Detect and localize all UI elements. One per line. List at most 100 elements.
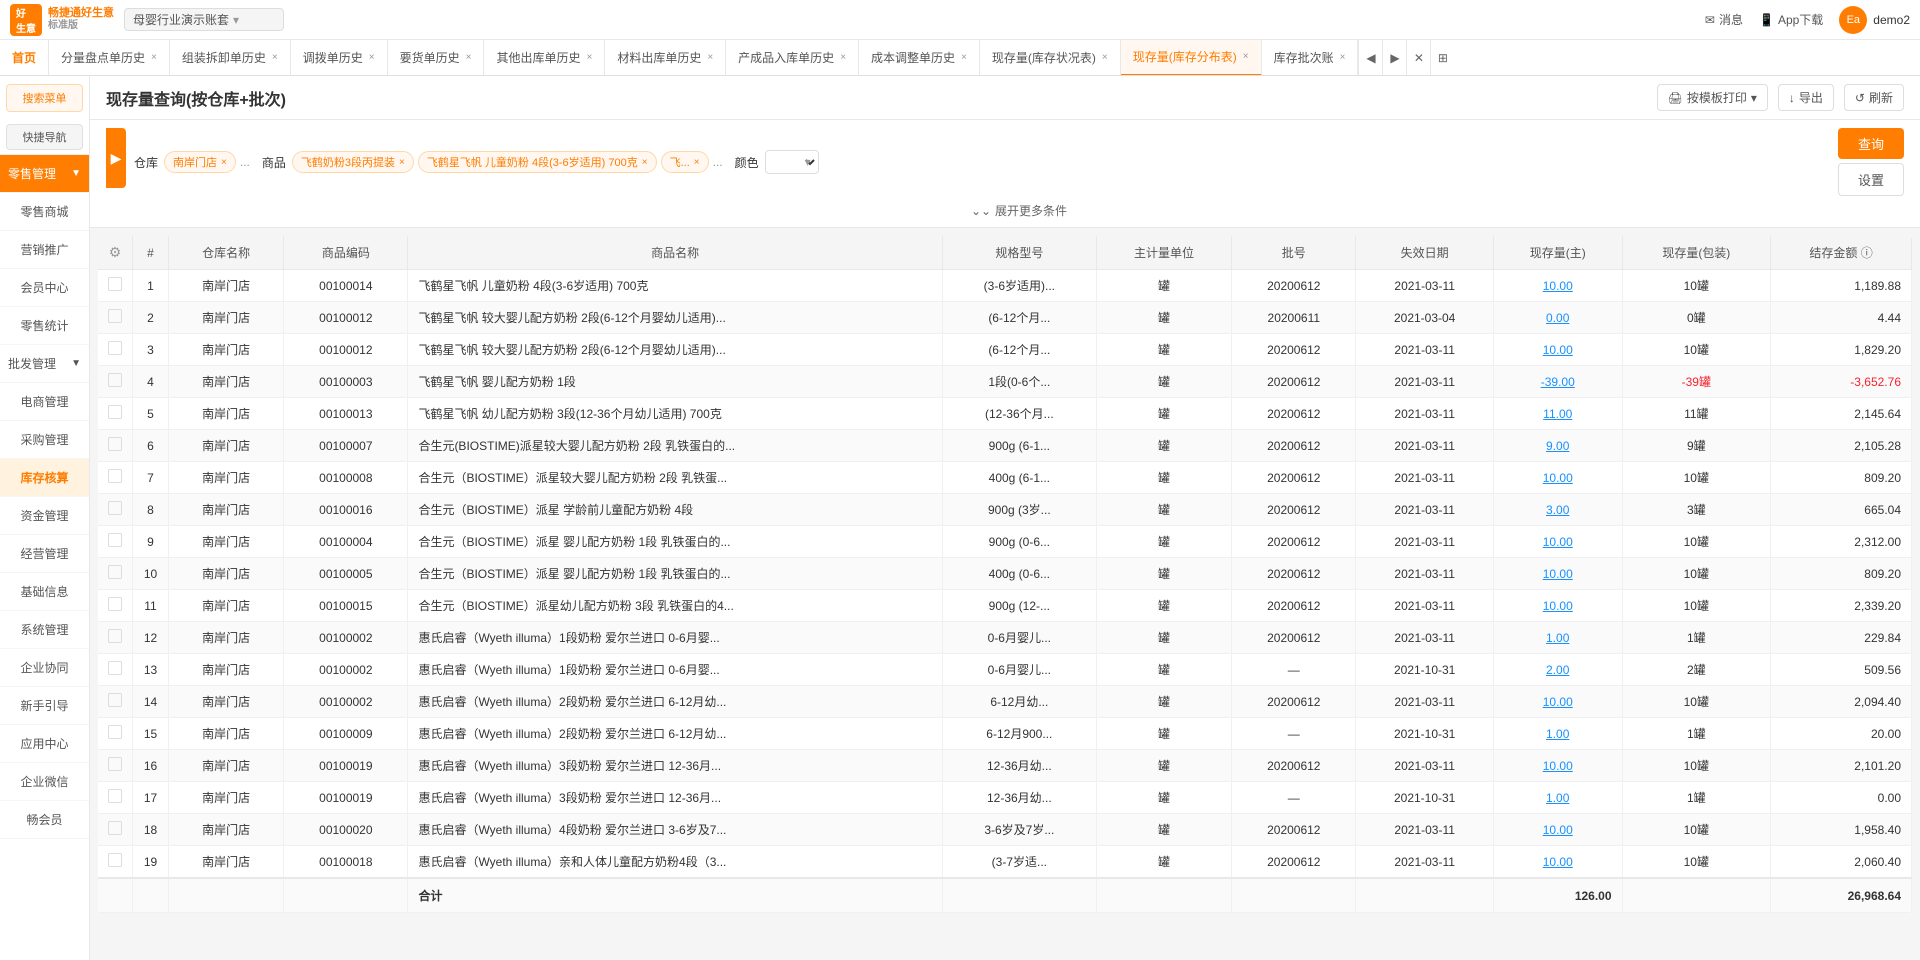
product-tag-3-close[interactable]: × [694, 157, 700, 168]
refresh-btn[interactable]: ↺ 刷新 [1844, 84, 1904, 111]
tab-close-qi-ta-chu[interactable]: × [586, 52, 592, 63]
sidebar-item-enterprise-coop[interactable]: 企业协同 [0, 649, 89, 687]
product-tag-1-close[interactable]: × [399, 157, 405, 168]
sidebar-item-label: 营销推广 [20, 241, 68, 258]
expand-arrow-btn[interactable]: ▶ [106, 128, 126, 188]
tab-close-xian-cun-fen[interactable]: × [1243, 51, 1249, 62]
table-row: 16 南岸门店 00100019 惠氏启睿（Wyeth illuma）3段奶粉 … [98, 750, 1912, 782]
tab-yao-huo[interactable]: 要货单历史 × [388, 40, 485, 76]
row-checkbox[interactable] [108, 565, 122, 579]
product-tag-2[interactable]: 飞鹤星飞帆 儿童奶粉 4段(3-6岁适用) 700克 × [418, 151, 657, 173]
product-tag-3[interactable]: 飞... × [661, 151, 709, 173]
row-checkbox[interactable] [108, 501, 122, 515]
tab-menu-btn[interactable]: ⊞ [1430, 40, 1454, 76]
tab-close-cheng-ben[interactable]: × [961, 52, 967, 63]
tab-close-zu-chai[interactable]: × [272, 52, 278, 63]
cell-balance: 2,060.40 [1771, 846, 1912, 879]
tab-close-all-btn[interactable]: ✕ [1406, 40, 1430, 76]
tab-xian-cun-zhuang[interactable]: 现存量(库存状况表) × [980, 40, 1121, 76]
row-checkbox[interactable] [108, 373, 122, 387]
row-checkbox[interactable] [108, 789, 122, 803]
query-btn[interactable]: 查询 [1838, 128, 1904, 159]
cell-batch: — [1232, 654, 1356, 686]
row-checkbox[interactable] [108, 661, 122, 675]
tab-close-yao-huo[interactable]: × [466, 52, 472, 63]
sidebar-item-ecommerce-mgmt[interactable]: 电商管理 [0, 383, 89, 421]
cell-stock-pack: 2罐 [1622, 654, 1771, 686]
sidebar-item-sys-mgmt[interactable]: 系统管理 [0, 611, 89, 649]
tab-close-fen-pan[interactable]: × [151, 52, 157, 63]
row-checkbox[interactable] [108, 629, 122, 643]
sidebar-item-welfare-member[interactable]: 畅会员 [0, 801, 89, 839]
sidebar-item-wholesale-mgmt[interactable]: 批发管理 ▼ [0, 345, 89, 383]
tab-home[interactable]: 首页 [0, 40, 49, 76]
warehouse-tag-nan岸[interactable]: 南岸门店 × [164, 151, 236, 173]
row-checkbox[interactable] [108, 437, 122, 451]
sidebar-item-label: 批发管理 [8, 355, 56, 372]
sidebar-item-purchase-mgmt[interactable]: 采购管理 [0, 421, 89, 459]
org-selector[interactable]: 母婴行业演示账套 ▾ [124, 8, 284, 31]
export-icon: ↓ [1789, 91, 1795, 105]
row-checkbox[interactable] [108, 309, 122, 323]
warehouse-tag-close[interactable]: × [221, 157, 227, 168]
tab-close-diao-bo[interactable]: × [369, 52, 375, 63]
sidebar-item-new-guide[interactable]: 新手引导 [0, 687, 89, 725]
row-checkbox[interactable] [108, 405, 122, 419]
tab-xian-cun-fen[interactable]: 现存量(库存分布表) × [1121, 40, 1262, 76]
tab-ku-cun-pi[interactable]: 库存批次账 × [1262, 40, 1359, 76]
sidebar-item-finance-mgmt[interactable]: 资金管理 [0, 497, 89, 535]
template-print-btn[interactable]: 🖨 按模板打印 ▾ [1657, 84, 1768, 111]
export-btn[interactable]: ↓ 导出 [1778, 84, 1834, 111]
sidebar-item-zero-retail-shop[interactable]: 零售商城 [0, 193, 89, 231]
product-tag-2-close[interactable]: × [642, 157, 648, 168]
warehouse-filter-more[interactable]: ... [240, 155, 250, 169]
sidebar-item-marketing[interactable]: 营销推广 [0, 231, 89, 269]
row-checkbox[interactable] [108, 533, 122, 547]
row-checkbox[interactable] [108, 757, 122, 771]
row-checkbox[interactable] [108, 821, 122, 835]
sidebar-item-app-center[interactable]: 应用中心 [0, 725, 89, 763]
color-filter-select[interactable] [765, 150, 819, 174]
row-checkbox[interactable] [108, 693, 122, 707]
tab-close-ku-cun-pi[interactable]: × [1340, 52, 1346, 63]
row-checkbox[interactable] [108, 725, 122, 739]
tab-next-btn[interactable]: ▶ [1382, 40, 1406, 76]
sidebar-item-enterprise-wechat[interactable]: 企业微信 [0, 763, 89, 801]
tab-zu-chai[interactable]: 组装拆卸单历史 × [170, 40, 291, 76]
tab-diao-bo[interactable]: 调拨单历史 × [291, 40, 388, 76]
table-settings-icon[interactable]: ⚙ [109, 244, 122, 260]
expand-conditions-btn[interactable]: ⌄⌄ 展开更多条件 [971, 202, 1067, 219]
settings-btn[interactable]: 设置 [1838, 163, 1904, 196]
sidebar-item-basic-info[interactable]: 基础信息 [0, 573, 89, 611]
cell-stock-main: 9.00 [1493, 430, 1622, 462]
tab-close-xian-cun-zhuang[interactable]: × [1102, 52, 1108, 63]
tab-prev-btn[interactable]: ◀ [1358, 40, 1382, 76]
sidebar-search-btn[interactable]: 搜索菜单 [6, 84, 83, 112]
sidebar-item-ops-mgmt[interactable]: 经营管理 [0, 535, 89, 573]
tab-close-chan-pin-ru[interactable]: × [840, 52, 846, 63]
product-filter-more[interactable]: ... [713, 155, 723, 169]
row-checkbox[interactable] [108, 597, 122, 611]
sidebar-item-retail-stats[interactable]: 零售统计 [0, 307, 89, 345]
row-checkbox[interactable] [108, 469, 122, 483]
cell-spec: 400g (0-6... [942, 558, 1096, 590]
product-tag-1[interactable]: 飞鹤奶粉3段丙提装 × [292, 151, 414, 173]
tab-qi-ta-chu[interactable]: 其他出库单历史 × [484, 40, 605, 76]
warehouse-tag-label: 南岸门店 [173, 154, 217, 170]
app-download-btn[interactable]: 📱 App下载 [1759, 11, 1823, 28]
message-btn[interactable]: ✉ 消息 [1705, 11, 1743, 28]
tab-chan-pin-ru[interactable]: 产成品入库单历史 × [726, 40, 859, 76]
row-checkbox[interactable] [108, 341, 122, 355]
tab-close-cai-liao[interactable]: × [707, 52, 713, 63]
tab-cheng-ben[interactable]: 成本调整单历史 × [859, 40, 980, 76]
row-checkbox[interactable] [108, 277, 122, 291]
sidebar-quick-nav-btn[interactable]: 快捷导航 [6, 124, 83, 150]
sidebar-item-zero-retail-mgmt[interactable]: 零售管理 ▼ [0, 155, 89, 193]
tab-fen-pan[interactable]: 分量盘点单历史 × [49, 40, 170, 76]
tab-cai-liao[interactable]: 材料出库单历史 × [605, 40, 726, 76]
row-checkbox[interactable] [108, 853, 122, 867]
sidebar-item-member-center[interactable]: 会员中心 [0, 269, 89, 307]
table-row: 14 南岸门店 00100002 惠氏启睿（Wyeth illuma）2段奶粉 … [98, 686, 1912, 718]
user-profile[interactable]: Ea demo2 [1839, 6, 1910, 34]
sidebar-item-inventory-check[interactable]: 库存核算 [0, 459, 89, 497]
